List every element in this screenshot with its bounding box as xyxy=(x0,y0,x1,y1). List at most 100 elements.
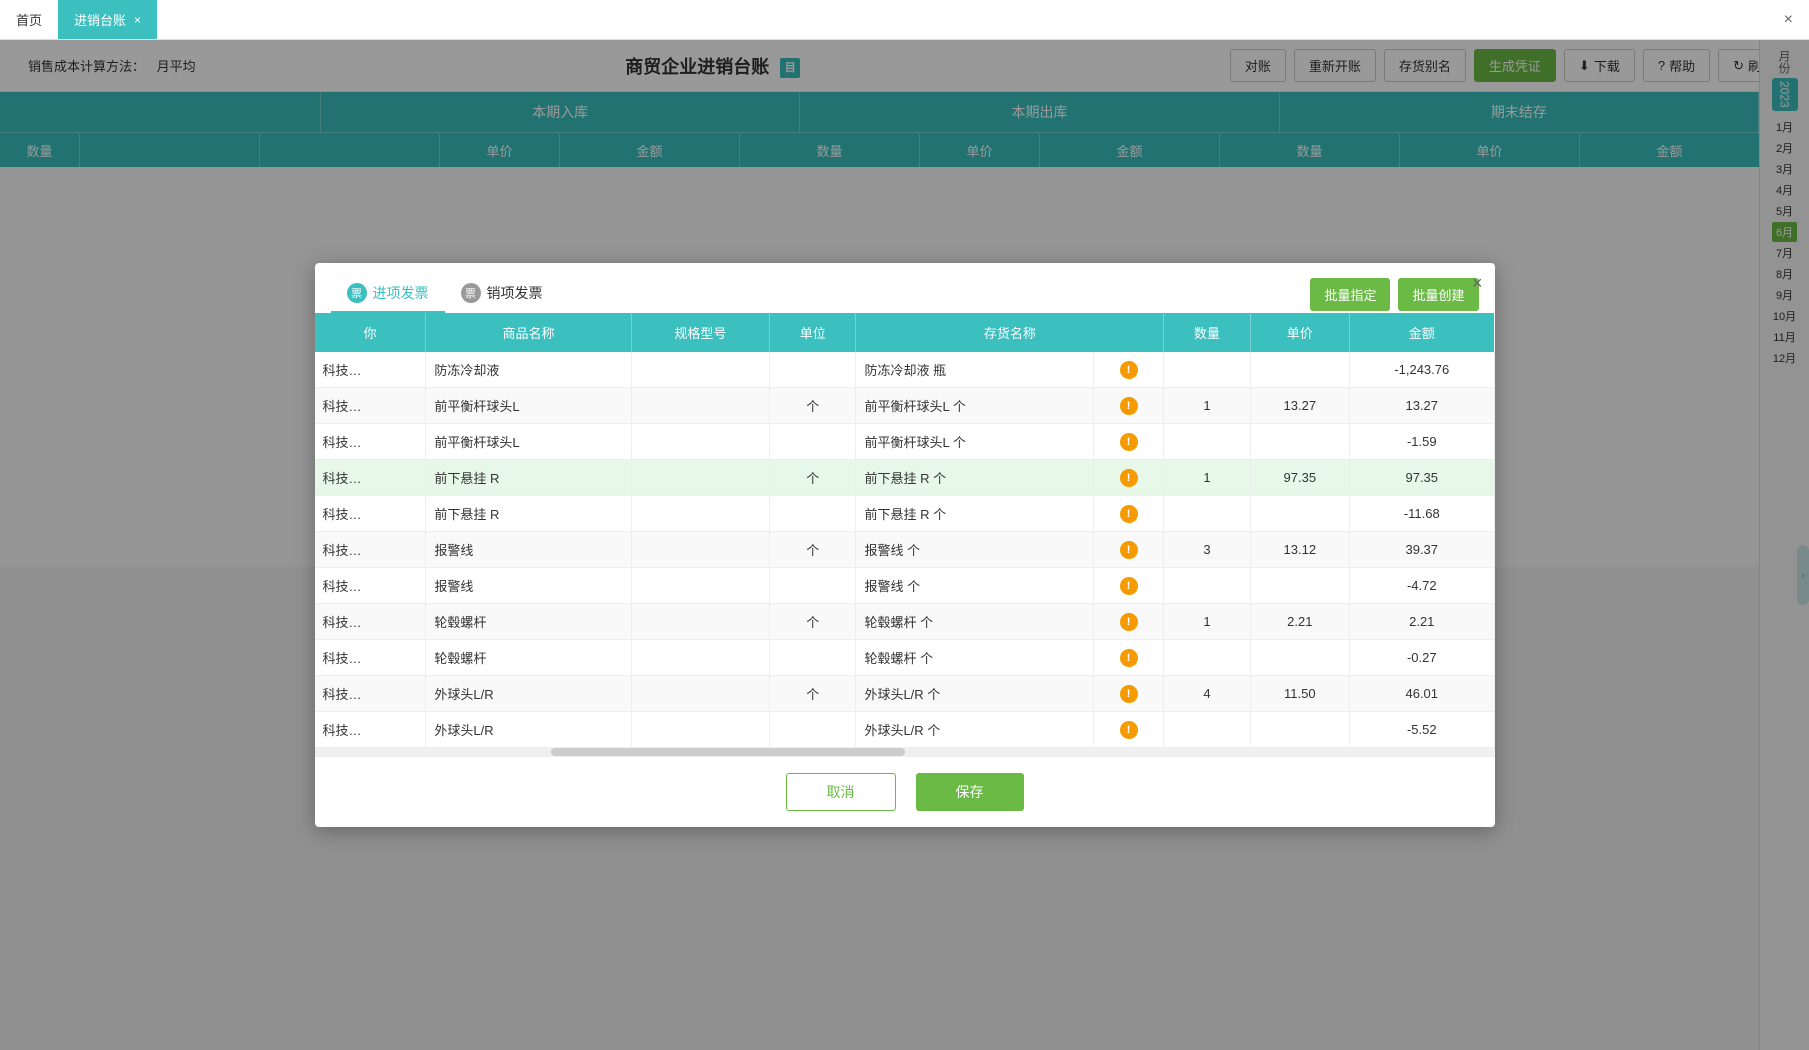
cell-amount: -1,243.76 xyxy=(1350,352,1494,388)
cell-unit: 个 xyxy=(770,532,856,568)
cell-unit: 个 xyxy=(770,604,856,640)
tab-out-label: 销项发票 xyxy=(487,283,543,303)
cell-spec xyxy=(631,388,770,424)
tab-in-icon: 票 xyxy=(347,283,367,303)
cell-warn: ! xyxy=(1094,352,1164,388)
warn-icon: ! xyxy=(1120,721,1138,739)
cell-amount: 13.27 xyxy=(1350,388,1494,424)
cell-unit xyxy=(770,424,856,460)
cell-spec xyxy=(631,712,770,748)
cell-warn: ! xyxy=(1094,496,1164,532)
cell-qty xyxy=(1164,352,1250,388)
home-tab[interactable]: 首页 xyxy=(0,0,58,39)
cell-spec xyxy=(631,640,770,676)
batch-create-button[interactable]: 批量创建 xyxy=(1398,278,1478,311)
cell-product: 报警线 xyxy=(426,532,631,568)
modal-header: 票 进项发票 票 销项发票 批量指定 批量创建 × xyxy=(315,263,1495,313)
cell-stock: 前平衡杆球头L 个 xyxy=(856,388,1094,424)
cell-spec xyxy=(631,604,770,640)
table-row: 科技… 外球头L/R 外球头L/R 个 ! -5.52 xyxy=(315,712,1495,748)
table-row: 科技… 前平衡杆球头L 个 前平衡杆球头L 个 ! 1 13.27 13.27 xyxy=(315,388,1495,424)
table-row: 科技… 防冻冷却液 防冻冷却液 瓶 ! -1,243.76 xyxy=(315,352,1495,388)
cell-price: 13.27 xyxy=(1250,388,1349,424)
active-tab[interactable]: 进销台账 × xyxy=(58,0,157,39)
cell-amount: -11.68 xyxy=(1350,496,1494,532)
cell-stock: 轮毂螺杆 个 xyxy=(856,640,1094,676)
cell-qty: 3 xyxy=(1164,532,1250,568)
cell-warn: ! xyxy=(1094,712,1164,748)
table-row: 科技… 前平衡杆球头L 前平衡杆球头L 个 ! -1.59 xyxy=(315,424,1495,460)
cell-product: 前平衡杆球头L xyxy=(426,388,631,424)
cell-price xyxy=(1250,712,1349,748)
cell-qty: 4 xyxy=(1164,676,1250,712)
warn-icon: ! xyxy=(1120,649,1138,667)
cell-company: 科技… xyxy=(315,388,426,424)
cell-product: 防冻冷却液 xyxy=(426,352,631,388)
cell-spec xyxy=(631,496,770,532)
modal-scrollbar[interactable] xyxy=(315,748,1495,756)
cell-qty: 1 xyxy=(1164,388,1250,424)
cell-amount: -0.27 xyxy=(1350,640,1494,676)
cell-amount: 97.35 xyxy=(1350,460,1494,496)
cell-price: 11.50 xyxy=(1250,676,1349,712)
cell-unit xyxy=(770,352,856,388)
cell-warn: ! xyxy=(1094,676,1164,712)
cell-stock: 外球头L/R 个 xyxy=(856,676,1094,712)
tab-close-icon[interactable]: × xyxy=(134,13,141,27)
th-stock: 存货名称 xyxy=(856,313,1164,352)
cell-spec xyxy=(631,568,770,604)
cell-spec xyxy=(631,532,770,568)
cell-amount: -5.52 xyxy=(1350,712,1494,748)
modal-actions: 批量指定 批量创建 xyxy=(1310,278,1478,311)
cell-company: 科技… xyxy=(315,424,426,460)
cell-warn: ! xyxy=(1094,568,1164,604)
tab-in-button[interactable]: 票 进项发票 xyxy=(331,275,445,313)
modal-close-button[interactable]: × xyxy=(1472,273,1483,294)
batch-assign-button[interactable]: 批量指定 xyxy=(1310,278,1390,311)
cell-product: 前下悬挂 R xyxy=(426,460,631,496)
cell-product: 外球头L/R xyxy=(426,712,631,748)
top-bar: 首页 进销台账 × × xyxy=(0,0,1809,40)
cell-price: 13.12 xyxy=(1250,532,1349,568)
cell-qty: 1 xyxy=(1164,460,1250,496)
window-close-button[interactable]: × xyxy=(1768,11,1809,29)
cell-qty xyxy=(1164,712,1250,748)
warn-icon: ! xyxy=(1120,541,1138,559)
table-row: 科技… 前下悬挂 R 个 前下悬挂 R 个 ! 1 97.35 97.35 xyxy=(315,460,1495,496)
table-row: 科技… 前下悬挂 R 前下悬挂 R 个 ! -11.68 xyxy=(315,496,1495,532)
warn-icon: ! xyxy=(1120,469,1138,487)
cell-product: 轮毂螺杆 xyxy=(426,640,631,676)
th-qty: 数量 xyxy=(1164,313,1250,352)
cell-price xyxy=(1250,352,1349,388)
tab-out-button[interactable]: 票 销项发票 xyxy=(445,275,559,313)
table-row: 科技… 轮毂螺杆 个 轮毂螺杆 个 ! 1 2.21 2.21 xyxy=(315,604,1495,640)
cell-product: 前平衡杆球头L xyxy=(426,424,631,460)
warn-icon: ! xyxy=(1120,613,1138,631)
cell-product: 轮毂螺杆 xyxy=(426,604,631,640)
cell-stock: 外球头L/R 个 xyxy=(856,712,1094,748)
cell-company: 科技… xyxy=(315,532,426,568)
save-button[interactable]: 保存 xyxy=(916,773,1024,811)
warn-icon: ! xyxy=(1120,397,1138,415)
th-company: 你 xyxy=(315,313,426,352)
cell-price: 97.35 xyxy=(1250,460,1349,496)
table-row: 科技… 报警线 报警线 个 ! -4.72 xyxy=(315,568,1495,604)
home-label: 首页 xyxy=(16,10,42,29)
cell-stock: 报警线 个 xyxy=(856,568,1094,604)
cell-unit xyxy=(770,496,856,532)
modal-table-wrapper[interactable]: 你 商品名称 规格型号 单位 存货名称 数量 单价 金额 科技… 防冻冷却液 xyxy=(315,313,1495,748)
cell-warn: ! xyxy=(1094,532,1164,568)
cell-price xyxy=(1250,568,1349,604)
modal-scrollbar-thumb[interactable] xyxy=(551,748,905,756)
cell-warn: ! xyxy=(1094,388,1164,424)
cell-unit: 个 xyxy=(770,676,856,712)
cell-unit: 个 xyxy=(770,388,856,424)
cell-qty xyxy=(1164,568,1250,604)
warn-icon: ! xyxy=(1120,685,1138,703)
cancel-button[interactable]: 取消 xyxy=(786,773,896,811)
cell-price: 2.21 xyxy=(1250,604,1349,640)
cell-stock: 报警线 个 xyxy=(856,532,1094,568)
tab-in-label: 进项发票 xyxy=(373,283,429,303)
cell-price xyxy=(1250,424,1349,460)
cell-product: 前下悬挂 R xyxy=(426,496,631,532)
